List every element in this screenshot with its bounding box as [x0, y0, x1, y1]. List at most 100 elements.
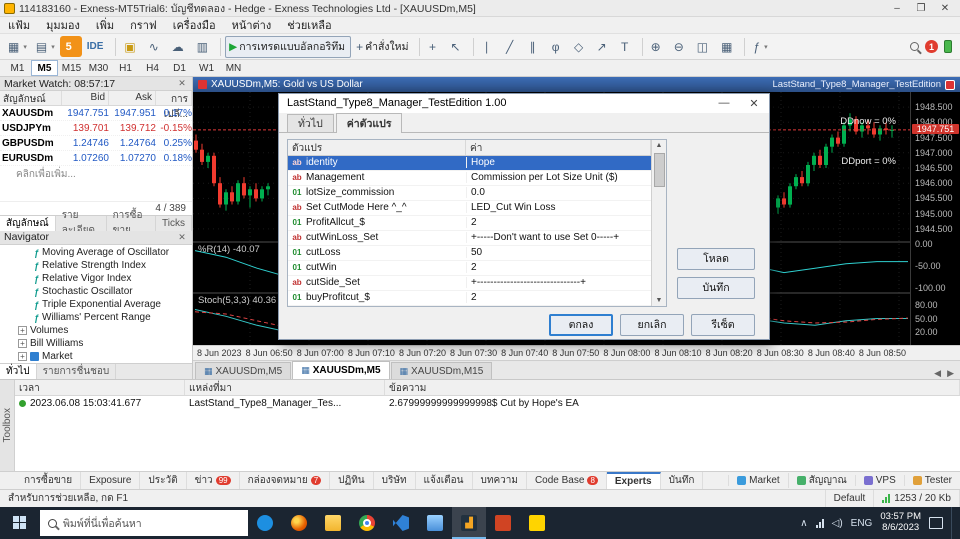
line-icon[interactable]: [520, 507, 554, 539]
toolbar-item[interactable]: IDE: [83, 36, 112, 57]
toolbox-tab[interactable]: Experts: [607, 472, 661, 489]
column-change[interactable]: การเปลี...: [156, 91, 192, 105]
navigator-item[interactable]: + ƒ Market: [0, 350, 192, 363]
toolbar-item[interactable]: ▣: [120, 36, 143, 57]
toolbar-item[interactable]: [115, 38, 116, 56]
dialog-tab[interactable]: ค่าตัวแปร: [336, 113, 403, 133]
column-value[interactable]: ค่า: [466, 140, 651, 155]
toolbox-tab[interactable]: บทความ: [473, 472, 527, 489]
vscode-icon[interactable]: [384, 507, 418, 539]
file-explorer-icon[interactable]: [418, 507, 452, 539]
market-watch-row[interactable]: XAUUSDm 1947.751 1947.951 0.17%: [0, 106, 192, 121]
toolbox-tab[interactable]: ประวัติ: [140, 472, 186, 489]
close-button[interactable]: ✕: [934, 1, 956, 15]
navigator-tab[interactable]: รายการชื่นชอบ: [37, 364, 117, 379]
ok-button[interactable]: ตกลง: [549, 314, 613, 336]
toolbox-tab[interactable]: บริษัท: [374, 472, 416, 489]
firefox-icon[interactable]: [282, 507, 316, 539]
toolbar-item[interactable]: ∥: [524, 36, 546, 57]
cancel-button[interactable]: ยกเลิก: [620, 314, 684, 336]
toolbox-tab[interactable]: บันทึก: [661, 472, 704, 489]
toolbar-item[interactable]: ƒ ▾: [749, 36, 771, 57]
toolbar-item[interactable]: ▥: [193, 36, 216, 57]
navigator-item[interactable]: ƒ Relative Strength Index: [0, 259, 192, 272]
action-center-icon[interactable]: [929, 517, 943, 529]
toolbar-item[interactable]: ╱: [501, 36, 523, 57]
toolbar-item[interactable]: ⊖: [670, 36, 692, 57]
expand-icon[interactable]: +: [18, 326, 27, 335]
toolbar-item[interactable]: [419, 38, 420, 56]
start-button[interactable]: [0, 507, 40, 539]
scrollbar-thumb[interactable]: [654, 153, 665, 187]
save-button[interactable]: บันทึก: [677, 277, 755, 299]
column-time[interactable]: เวลา: [15, 380, 185, 395]
timeframe-button[interactable]: H1: [112, 60, 139, 76]
office-icon[interactable]: [486, 507, 520, 539]
toolbar-item[interactable]: ◫: [693, 36, 716, 57]
chart-tab[interactable]: ▦ XAUUSDm,M5: [195, 362, 291, 379]
parameter-row[interactable]: 01 buyProfitcut_$ 2: [288, 291, 651, 306]
parameter-row[interactable]: ab cutWinLoss_Set +-----Don't want to us…: [288, 231, 651, 246]
log-row[interactable]: 2023.06.08 15:03:41.677 LastStand_Type8_…: [15, 396, 960, 411]
toolbar-item[interactable]: +: [424, 36, 446, 57]
add-symbol-row[interactable]: คลิกเพื่อเพิ่ม...: [0, 166, 192, 180]
menu-item[interactable]: เครื่องมือ: [165, 15, 224, 35]
parameter-row[interactable]: 01 lotSize_commission 0.0: [288, 186, 651, 201]
column-ask[interactable]: Ask: [109, 91, 156, 105]
volume-icon[interactable]: ◁): [832, 518, 843, 529]
quick-access-item[interactable]: Tester: [904, 475, 960, 486]
navigator-item[interactable]: + ƒ Volumes: [0, 324, 192, 337]
parameter-row[interactable]: ab Management Commission per Lot Size Un…: [288, 171, 651, 186]
load-button[interactable]: โหลด: [677, 248, 755, 270]
parameter-row[interactable]: ab identity Hope: [288, 156, 651, 171]
toolbox-tab[interactable]: กล่องจดหมาย 7: [240, 472, 331, 489]
mt5-icon[interactable]: ▟: [452, 507, 486, 539]
navigator-tab[interactable]: ทั่วไป: [0, 364, 37, 379]
toolbar-item[interactable]: ∣: [478, 36, 500, 57]
notification-badge[interactable]: 1: [925, 40, 938, 53]
chrome-icon[interactable]: [350, 507, 384, 539]
toolbar-item[interactable]: + คำสั่งใหม่: [352, 36, 414, 57]
timeframe-button[interactable]: D1: [166, 60, 193, 76]
toolbar-item[interactable]: T: [616, 36, 638, 57]
time-axis[interactable]: 8 Jun 20238 Jun 06:508 Jun 07:008 Jun 07…: [193, 345, 960, 360]
menu-item[interactable]: ช่วยเหลือ: [279, 15, 339, 35]
toolbox-tab[interactable]: Code Base 8: [527, 472, 607, 489]
scroll-up-icon[interactable]: ▲: [656, 140, 663, 151]
quick-access-item[interactable]: Market: [728, 475, 788, 486]
ea-icon[interactable]: [945, 80, 955, 90]
toolbar-item[interactable]: ▤ ▾: [32, 36, 59, 57]
toolbar-item[interactable]: ▦ ▾: [4, 36, 31, 57]
maximize-button[interactable]: ❐: [910, 1, 932, 15]
dialog-close-button[interactable]: ✕: [739, 94, 769, 113]
expand-icon[interactable]: +: [18, 339, 27, 348]
navigator-item[interactable]: + ƒ Bill Williams: [0, 337, 192, 350]
dialog-title-bar[interactable]: LastStand_Type8_Manager_TestEdition 1.00…: [279, 94, 769, 113]
folder-icon[interactable]: [316, 507, 350, 539]
toolbar-item[interactable]: [220, 38, 221, 56]
toolbar-item[interactable]: φ: [547, 36, 569, 57]
price-axis[interactable]: 1948.5001948.0001947.5001947.0001946.500…: [910, 92, 960, 345]
tray-expand-icon[interactable]: ∧: [800, 518, 807, 529]
column-bid[interactable]: Bid: [62, 91, 109, 105]
column-symbol[interactable]: สัญลักษณ์: [0, 91, 62, 105]
toolbox-tab[interactable]: Exposure: [81, 472, 140, 489]
toolbar-item[interactable]: ⊕: [647, 36, 669, 57]
tab-scroll-right-icon[interactable]: ▶: [947, 368, 954, 379]
toolbox-tab[interactable]: แจ้งเตือน: [416, 472, 473, 489]
toolbar-item[interactable]: ▦: [717, 36, 740, 57]
menu-item[interactable]: หน้าต่าง: [224, 15, 280, 35]
toolbar-item[interactable]: ▶ การเทรดแบบอัลกอริทึม: [225, 36, 351, 58]
profile-selector[interactable]: Default: [826, 490, 875, 507]
tab-scroll-left-icon[interactable]: ◀: [934, 368, 941, 379]
toolbar-item[interactable]: [642, 38, 643, 56]
market-watch-tab[interactable]: รายละเอียด: [56, 216, 107, 231]
parameter-row[interactable]: 01 ProfitAllcut_$ 2: [288, 216, 651, 231]
timeframe-button[interactable]: M5: [31, 60, 58, 76]
dialog-minimize-button[interactable]: —: [709, 94, 739, 113]
minimize-button[interactable]: –: [886, 1, 908, 15]
show-desktop-button[interactable]: [951, 507, 956, 539]
navigator-close-icon[interactable]: ✕: [176, 232, 188, 243]
menu-item[interactable]: แฟ้ม: [0, 15, 38, 35]
language-indicator[interactable]: ENG: [851, 518, 873, 529]
